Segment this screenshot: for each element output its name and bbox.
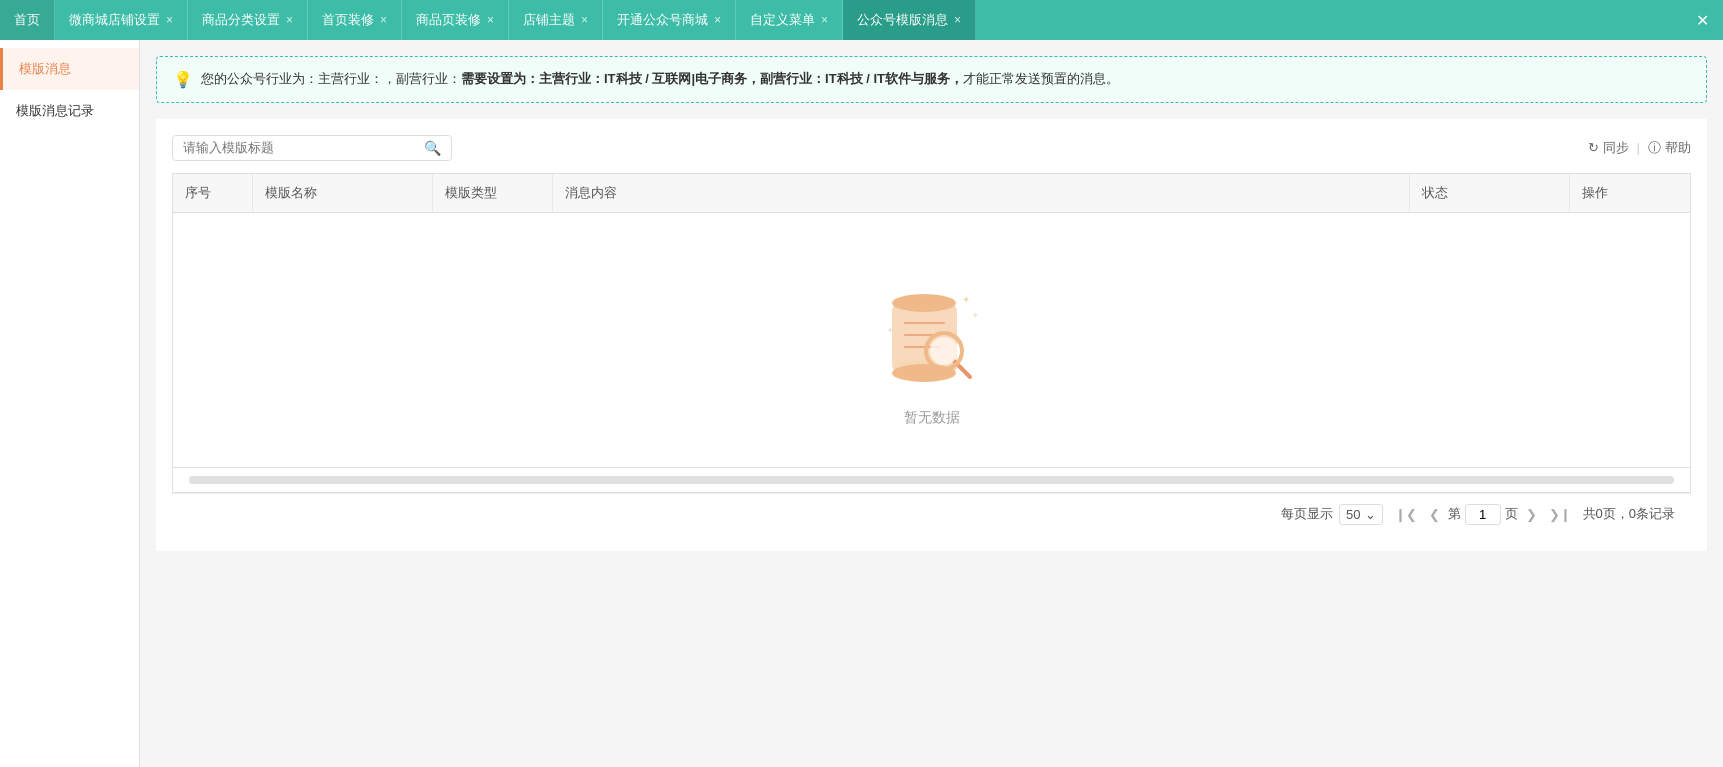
sidebar-item-template-record[interactable]: 模版消息记录 bbox=[0, 90, 139, 132]
tab-home-decor-label: 首页装修 bbox=[322, 11, 374, 29]
svg-point-3 bbox=[892, 364, 956, 382]
tab-template-message[interactable]: 公众号模版消息 × bbox=[843, 0, 976, 40]
tab-open-mall-label: 开通公众号商城 bbox=[617, 11, 708, 29]
col-type: 模版类型 bbox=[433, 174, 553, 212]
close-all-icon: ✕ bbox=[1696, 11, 1709, 30]
empty-state: ✦ ✦ ✦ 暂无数据 bbox=[173, 213, 1690, 467]
tab-shop-settings[interactable]: 微商城店铺设置 × bbox=[55, 0, 188, 40]
svg-point-2 bbox=[892, 294, 956, 312]
notice-highlight: 需要设置为：主营行业：IT科技 / 互联网|电子商务，副营行业：IT科技 / I… bbox=[461, 71, 963, 86]
notice-box: 💡 您的公众号行业为：主营行业：，副营行业：需要设置为：主营行业：IT科技 / … bbox=[156, 56, 1707, 103]
tab-home-label: 首页 bbox=[14, 11, 40, 29]
tab-template-message-label: 公众号模版消息 bbox=[857, 11, 948, 29]
sync-button[interactable]: ↻ 同步 bbox=[1588, 139, 1629, 157]
notice-icon: 💡 bbox=[173, 70, 193, 89]
page-size-select: 每页显示 50 ⌄ bbox=[1281, 504, 1382, 525]
tab-shop-settings-label: 微商城店铺设置 bbox=[69, 11, 160, 29]
empty-svg: ✦ ✦ ✦ bbox=[872, 273, 992, 393]
table-container: 序号 模版名称 模版类型 消息内容 状态 操作 bbox=[172, 173, 1691, 493]
page-size-dropdown[interactable]: 50 ⌄ bbox=[1339, 504, 1382, 525]
col-status: 状态 bbox=[1410, 174, 1570, 212]
help-label: 帮助 bbox=[1665, 139, 1691, 157]
page-label: 第 bbox=[1448, 505, 1461, 523]
tab-category-close[interactable]: × bbox=[286, 13, 293, 27]
tab-custom-menu-close[interactable]: × bbox=[821, 13, 828, 27]
pagination: 每页显示 50 ⌄ ❙❮ ❮ 第 页 ❯ ❯❙ 共0页，0条记录 bbox=[172, 493, 1691, 535]
page-size-label: 每页显示 bbox=[1281, 505, 1333, 523]
content-area: 💡 您的公众号行业为：主营行业：，副营行业：需要设置为：主营行业：IT科技 / … bbox=[140, 40, 1723, 767]
tab-open-mall-close[interactable]: × bbox=[714, 13, 721, 27]
col-action: 操作 bbox=[1570, 174, 1690, 212]
right-actions: ↻ 同步 | ⓘ 帮助 bbox=[1588, 139, 1691, 157]
tab-product-decor-label: 商品页装修 bbox=[416, 11, 481, 29]
tab-category-settings[interactable]: 商品分类设置 × bbox=[188, 0, 308, 40]
sidebar-item-template-message[interactable]: 模版消息 bbox=[0, 48, 139, 90]
first-page-button[interactable]: ❙❮ bbox=[1391, 505, 1421, 524]
last-page-button[interactable]: ❯❙ bbox=[1545, 505, 1575, 524]
close-all-button[interactable]: ✕ bbox=[1682, 0, 1723, 40]
sidebar-item-template-message-label: 模版消息 bbox=[19, 61, 71, 76]
tab-open-mall[interactable]: 开通公众号商城 × bbox=[603, 0, 736, 40]
sidebar: 模版消息 模版消息记录 bbox=[0, 40, 140, 767]
col-index: 序号 bbox=[173, 174, 253, 212]
tab-product-decor[interactable]: 商品页装修 × bbox=[402, 0, 509, 40]
tab-custom-menu[interactable]: 自定义菜单 × bbox=[736, 0, 843, 40]
svg-text:✦: ✦ bbox=[962, 294, 970, 305]
tab-store-theme-label: 店铺主题 bbox=[523, 11, 575, 29]
svg-text:✦: ✦ bbox=[972, 311, 979, 320]
table-header: 序号 模版名称 模版类型 消息内容 状态 操作 bbox=[173, 174, 1690, 213]
tab-home[interactable]: 首页 bbox=[0, 0, 55, 40]
tab-shop-settings-close[interactable]: × bbox=[166, 13, 173, 27]
main-layout: 模版消息 模版消息记录 💡 您的公众号行业为：主营行业：，副营行业：需要设置为：… bbox=[0, 40, 1723, 767]
tab-home-decor[interactable]: 首页装修 × bbox=[308, 0, 402, 40]
search-bar: 🔍 bbox=[172, 135, 452, 161]
notice-suffix: 才能正常发送预置的消息。 bbox=[963, 71, 1119, 86]
tab-custom-menu-label: 自定义菜单 bbox=[750, 11, 815, 29]
tab-home-decor-close[interactable]: × bbox=[380, 13, 387, 27]
help-icon: ⓘ bbox=[1648, 139, 1661, 157]
tab-category-settings-label: 商品分类设置 bbox=[202, 11, 280, 29]
prev-page-button[interactable]: ❮ bbox=[1425, 505, 1444, 524]
notice-text: 您的公众号行业为：主营行业：，副营行业：需要设置为：主营行业：IT科技 / 互联… bbox=[201, 69, 1119, 90]
sync-icon: ↻ bbox=[1588, 140, 1599, 155]
sidebar-item-template-record-label: 模版消息记录 bbox=[16, 103, 94, 118]
chevron-down-icon: ⌄ bbox=[1365, 507, 1376, 522]
svg-text:✦: ✦ bbox=[887, 326, 894, 335]
divider: | bbox=[1637, 140, 1640, 155]
total-text: 共0页，0条记录 bbox=[1583, 505, 1675, 523]
help-button[interactable]: ⓘ 帮助 bbox=[1648, 139, 1691, 157]
page-unit: 页 bbox=[1505, 505, 1518, 523]
scroll-track bbox=[173, 467, 1690, 492]
empty-text: 暂无数据 bbox=[904, 409, 960, 427]
col-content: 消息内容 bbox=[553, 174, 1410, 212]
next-page-button[interactable]: ❯ bbox=[1522, 505, 1541, 524]
tab-store-theme-close[interactable]: × bbox=[581, 13, 588, 27]
tab-store-theme[interactable]: 店铺主题 × bbox=[509, 0, 603, 40]
page-nav: ❙❮ ❮ 第 页 ❯ ❯❙ bbox=[1391, 504, 1575, 525]
tab-bar: 首页 微商城店铺设置 × 商品分类设置 × 首页装修 × 商品页装修 × 店铺主… bbox=[0, 0, 1723, 40]
content-card: 🔍 ↻ 同步 | ⓘ 帮助 序号 bbox=[156, 119, 1707, 551]
toolbar: 🔍 ↻ 同步 | ⓘ 帮助 bbox=[172, 135, 1691, 161]
scroll-bar[interactable] bbox=[189, 476, 1674, 484]
sync-label: 同步 bbox=[1603, 139, 1629, 157]
notice-prefix: 您的公众号行业为：主营行业：，副营行业： bbox=[201, 71, 461, 86]
tab-template-message-close[interactable]: × bbox=[954, 13, 961, 27]
svg-point-9 bbox=[930, 337, 958, 365]
search-icon[interactable]: 🔍 bbox=[424, 140, 441, 156]
page-number-input[interactable] bbox=[1465, 504, 1501, 525]
tab-product-decor-close[interactable]: × bbox=[487, 13, 494, 27]
search-input[interactable] bbox=[183, 140, 424, 155]
page-size-value: 50 bbox=[1346, 507, 1360, 522]
empty-illustration: ✦ ✦ ✦ bbox=[872, 273, 992, 393]
col-name: 模版名称 bbox=[253, 174, 433, 212]
